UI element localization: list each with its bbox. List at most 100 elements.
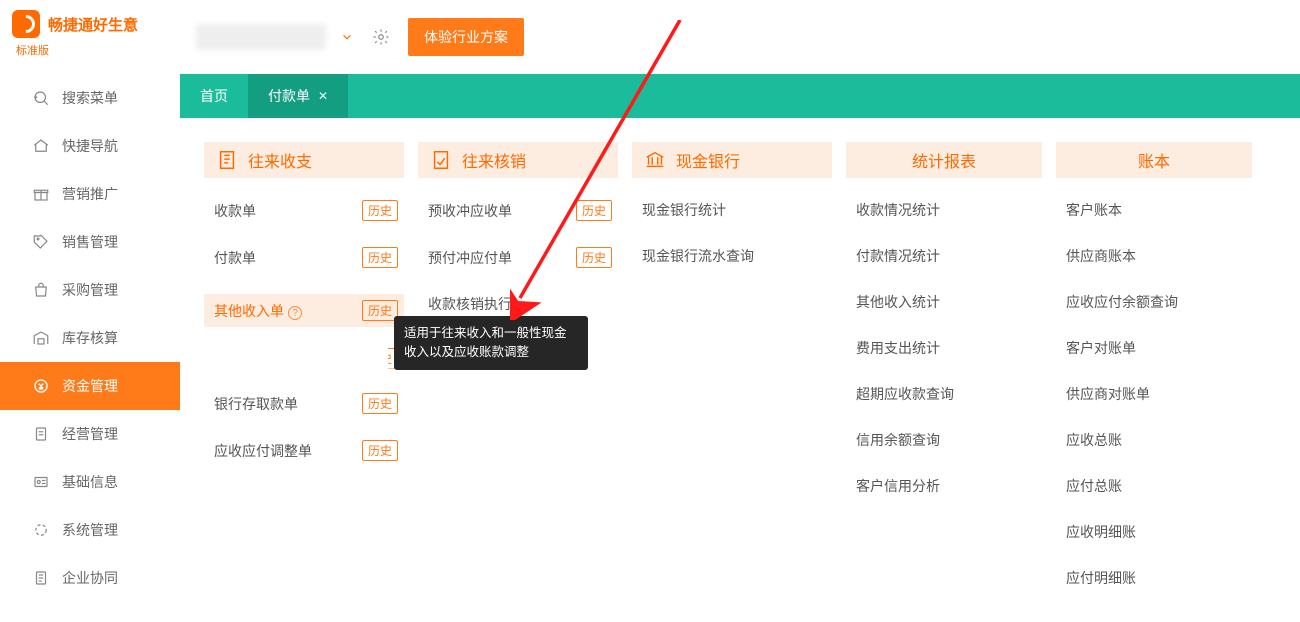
- column-writeoff: 往来核销 预收冲应收单 历史 预付冲应付单 历史 收款核销执行 付: [418, 142, 618, 598]
- column-cash-bank: 现金银行 现金银行统计 现金银行流水查询: [632, 142, 832, 598]
- list: 现金银行统计 现金银行流水查询: [632, 200, 832, 266]
- tab-home[interactable]: 首页: [180, 74, 248, 118]
- link-overdue-ar[interactable]: 超期应收款查询: [856, 384, 954, 404]
- sidebar-item-finance[interactable]: 资金管理: [0, 362, 180, 410]
- history-badge[interactable]: 历史: [576, 200, 612, 221]
- list-item: 应收明细账: [1066, 522, 1246, 542]
- link-payment-stats[interactable]: 付款情况统计: [856, 246, 940, 266]
- sidebar-item-label: 采购管理: [62, 280, 118, 300]
- list-item: 其他收入统计: [856, 292, 1036, 312]
- link-ar-general[interactable]: 应收总账: [1066, 430, 1122, 450]
- history-badge[interactable]: 历史: [362, 300, 398, 321]
- list-item: 供应商账本: [1066, 246, 1246, 266]
- link-customer-statement[interactable]: 客户对账单: [1066, 338, 1136, 358]
- history-badge[interactable]: 历史: [362, 348, 398, 369]
- sidebar-item-sales[interactable]: 销售管理: [0, 218, 180, 266]
- logo-mark-icon: [12, 10, 40, 38]
- sidebar-item-system[interactable]: 系统管理: [0, 506, 180, 554]
- sidebar-item-marketing[interactable]: 营销推广: [0, 170, 180, 218]
- sidebar-item-inventory[interactable]: 库存核算: [0, 314, 180, 362]
- history-badge[interactable]: 历史: [362, 440, 398, 461]
- tab-label: 首页: [200, 86, 228, 106]
- link-advance-ar[interactable]: 预收冲应收单: [428, 201, 512, 221]
- sidebar-item-operation[interactable]: 经营管理: [0, 410, 180, 458]
- link-expense-stats[interactable]: 费用支出统计: [856, 338, 940, 358]
- link-supplier-ledger[interactable]: 供应商账本: [1066, 246, 1136, 266]
- link-ar-ap-adjust[interactable]: 应收应付调整单: [214, 441, 312, 461]
- list-item: 应收应付余额查询: [1066, 292, 1246, 312]
- link-cash-stats[interactable]: 现金银行统计: [642, 200, 726, 220]
- gift-icon: [32, 185, 50, 203]
- history-badge[interactable]: 历史: [362, 200, 398, 221]
- link-advance-ap[interactable]: 预付冲应付单: [428, 248, 512, 268]
- sidebar-item-label: 营销推广: [62, 184, 118, 204]
- list-item: 超期应收款查询: [856, 384, 1036, 404]
- sidebar-item-collab[interactable]: 企业协同: [0, 554, 180, 602]
- link-receipt[interactable]: 收款单: [214, 201, 256, 221]
- main: 体验行业方案 首页 付款单 ✕ 往来收支 收款单 历史: [180, 0, 1300, 622]
- tag-icon: [32, 233, 50, 251]
- tooltip: 适用于往来收入和一般性现金收入以及应收账款调整: [394, 316, 588, 370]
- bank-icon: [644, 149, 666, 171]
- list-item: 应付明细账: [1066, 568, 1246, 588]
- link-other-income-stats[interactable]: 其他收入统计: [856, 292, 940, 312]
- sidebar-item-quicknav[interactable]: 快捷导航: [0, 122, 180, 170]
- clipboard-icon: [32, 425, 50, 443]
- link-bank-deposit[interactable]: 银行存取款单: [214, 394, 298, 414]
- list-item: 收款核销执行: [428, 294, 612, 314]
- sidebar-item-search[interactable]: 搜索菜单: [0, 74, 180, 122]
- section-title: 统计报表: [912, 148, 976, 172]
- history-badge[interactable]: 历史: [362, 393, 398, 414]
- tab-payment[interactable]: 付款单 ✕: [248, 74, 348, 118]
- sidebar: 畅捷通好生意 标准版 搜索菜单 快捷导航 营销推广 销售管理 采购管理: [0, 0, 180, 622]
- sidebar-item-purchase[interactable]: 采购管理: [0, 266, 180, 314]
- list-item: 收款情况统计: [856, 200, 1036, 220]
- link-receipt-writeoff[interactable]: 收款核销执行: [428, 294, 512, 314]
- section-header: 现金银行: [632, 142, 832, 178]
- list-item-other-income: 其他收入单? 历史: [204, 294, 404, 327]
- org-dropdown-caret-icon[interactable]: [340, 30, 354, 44]
- logo: 畅捷通好生意: [0, 0, 180, 42]
- experience-plan-button[interactable]: 体验行业方案: [408, 18, 524, 56]
- recycle-icon: [32, 521, 50, 539]
- link-credit-balance[interactable]: 信用余额查询: [856, 430, 940, 450]
- sidebar-item-label: 搜索菜单: [62, 88, 118, 108]
- logo-subtitle: 标准版: [0, 42, 180, 68]
- list-item: 预收冲应收单 历史: [428, 200, 612, 221]
- history-badge[interactable]: 历史: [362, 247, 398, 268]
- sidebar-item-basicinfo[interactable]: 基础信息: [0, 458, 180, 506]
- link-customer-credit[interactable]: 客户信用分析: [856, 476, 940, 496]
- tab-label: 付款单: [268, 86, 310, 106]
- help-icon[interactable]: ?: [288, 306, 302, 320]
- list-item: 信用余额查询: [856, 430, 1036, 450]
- link-ap-general[interactable]: 应付总账: [1066, 476, 1122, 496]
- doc-icon: [32, 569, 50, 587]
- section-header: 往来核销: [418, 142, 618, 178]
- list-item: 应收应付调整单 历史: [214, 440, 398, 461]
- link-other-income[interactable]: 其他收入单?: [214, 301, 302, 321]
- link-receipt-stats[interactable]: 收款情况统计: [856, 200, 940, 220]
- list-item: 现金银行统计: [642, 200, 826, 220]
- list-item: 费用支出统计: [856, 338, 1036, 358]
- list-item: 付款情况统计: [856, 246, 1036, 266]
- link-supplier-statement[interactable]: 供应商对账单: [1066, 384, 1150, 404]
- link-cash-flow[interactable]: 现金银行流水查询: [642, 246, 754, 266]
- link-ar-ap-balance[interactable]: 应收应付余额查询: [1066, 292, 1178, 312]
- history-badge[interactable]: 历史: [576, 247, 612, 268]
- list-item: 收款单 历史: [214, 200, 398, 221]
- section-title: 往来核销: [462, 148, 526, 172]
- link-ap-detail[interactable]: 应付明细账: [1066, 568, 1136, 588]
- list-item: 历史: [214, 349, 398, 367]
- section-header: 往来收支: [204, 142, 404, 178]
- link-payment[interactable]: 付款单: [214, 248, 256, 268]
- link-ar-detail[interactable]: 应收明细账: [1066, 522, 1136, 542]
- section-header: 统计报表: [846, 142, 1042, 178]
- section-title: 账本: [1138, 148, 1170, 172]
- settings-gear-icon[interactable]: [368, 24, 394, 50]
- sidebar-nav: 搜索菜单 快捷导航 营销推广 销售管理 采购管理 库存核算: [0, 68, 180, 602]
- sidebar-item-label: 企业协同: [62, 568, 118, 588]
- link-customer-ledger[interactable]: 客户账本: [1066, 200, 1122, 220]
- tab-close-icon[interactable]: ✕: [318, 89, 328, 103]
- list-item: 客户信用分析: [856, 476, 1036, 496]
- section-header: 账本: [1056, 142, 1252, 178]
